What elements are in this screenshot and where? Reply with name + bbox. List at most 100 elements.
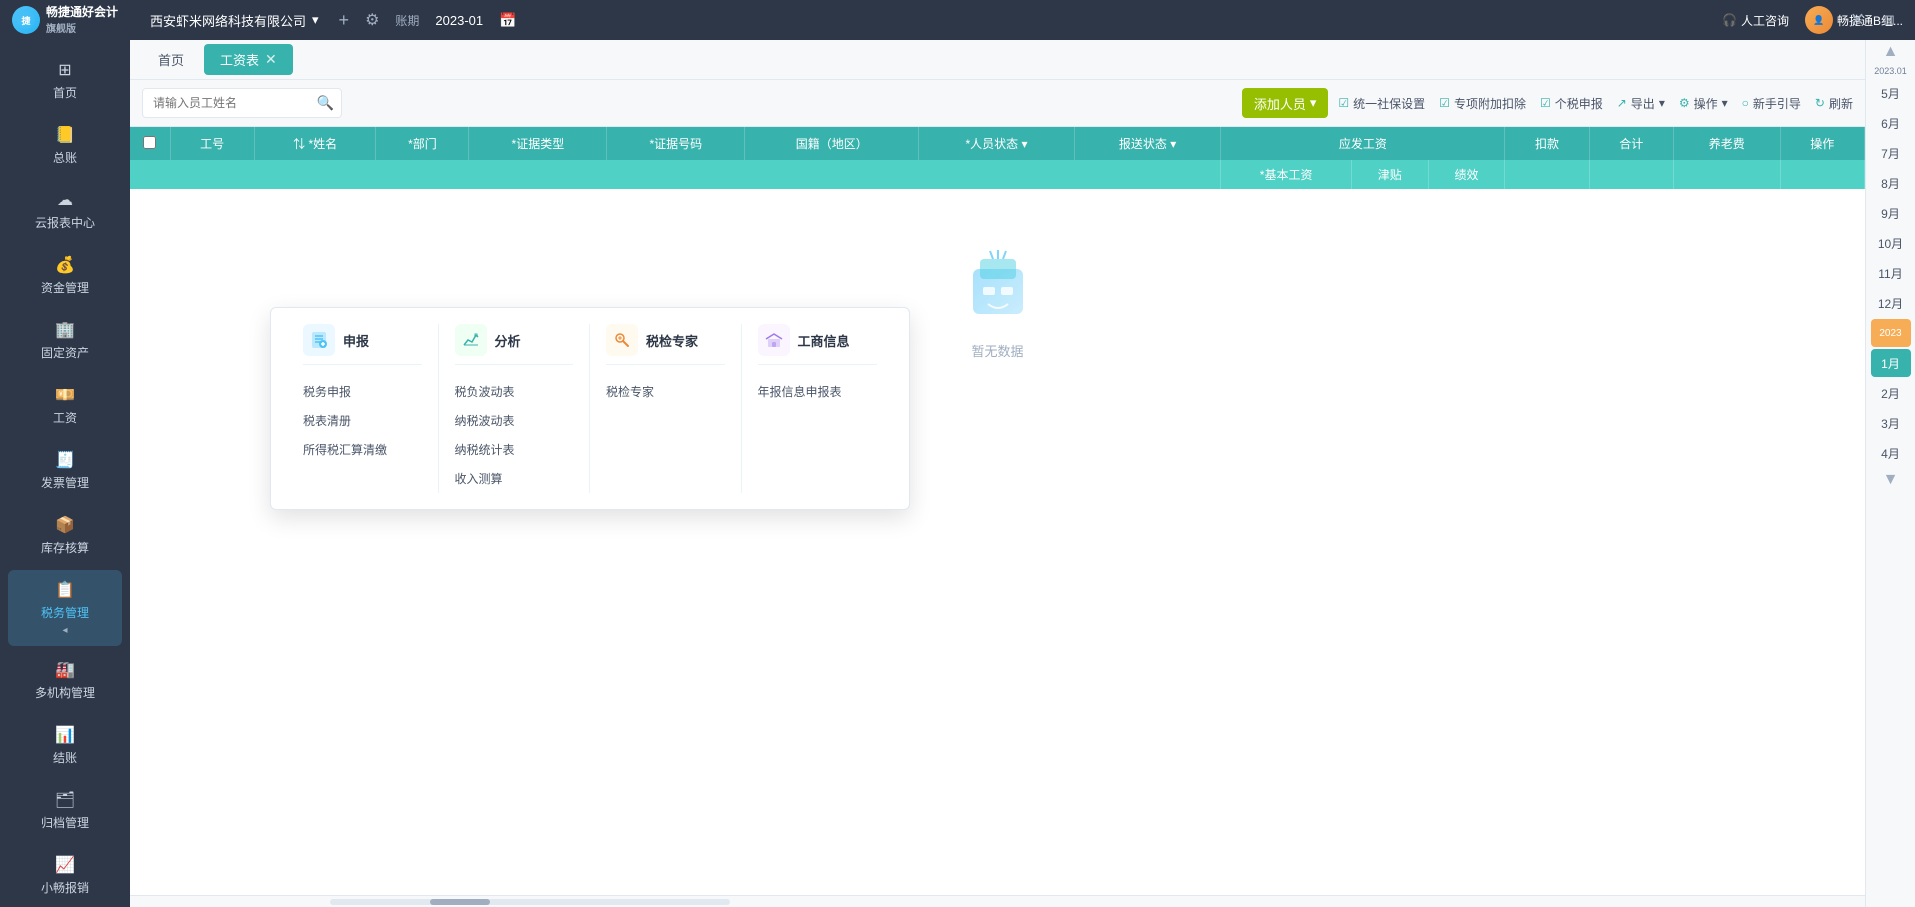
sidebar-label-fund: 资金管理 [41,279,89,296]
th-check[interactable] [130,127,170,160]
menu-tax-period[interactable]: 纳税波动表 [455,406,574,435]
social-insurance-btn[interactable]: ☑ 统一社保设置 [1338,95,1425,112]
section-analysis-title: 分析 [495,331,521,350]
dropdown-sections: 申报 税务申报 税表清册 所得税汇算清缴 [287,324,893,493]
sidebar-item-inventory[interactable]: 📦 库存核算 [8,505,122,566]
tax-declare-btn[interactable]: ☑ 个税申报 [1540,95,1603,112]
salary-icon: 💴 [55,385,75,405]
period-calendar-icon[interactable]: 📅 [499,12,516,29]
window-expand-btn[interactable]: ⊡ [1883,12,1895,29]
th-name[interactable]: ⇅ *姓名 [254,127,376,160]
cal-month-6[interactable]: 6月 [1871,109,1911,137]
sidebar-item-ledger[interactable]: 📒 总账 [8,115,122,176]
cal-month-2[interactable]: 2月 [1871,379,1911,407]
cal-month-9[interactable]: 9月 [1871,199,1911,227]
menu-tax-declare[interactable]: 税务申报 [303,377,422,406]
cal-month-12[interactable]: 12月 [1871,289,1911,317]
sidebar-item-fund[interactable]: 💰 资金管理 [8,245,122,306]
menu-tax-check[interactable]: 税检专家 [606,377,725,406]
section-tax-expert: 税检专家 税检专家 [590,324,742,493]
th-person-status[interactable]: *人员状态 ▾ [919,127,1074,160]
sidebar-label-multi: 多机构管理 [35,684,95,701]
empty-icon [958,249,1038,329]
horizontal-scrollbar[interactable] [130,895,1865,907]
social-icon: ☑ [1338,96,1349,110]
menu-tax-form[interactable]: 税表清册 [303,406,422,435]
service-btn[interactable]: 🎧 人工咨询 [1722,12,1789,29]
newguide-label: 新手引导 [1753,95,1801,112]
operation-arrow: ▾ [1722,96,1728,110]
cal-month-4[interactable]: 4月 [1871,439,1911,467]
header-right: 🎧 人工咨询 👤 畅捷通B组... [1722,6,1903,34]
tab-home-label: 首页 [158,53,184,68]
sidebar-item-home[interactable]: ⊞ 首页 [8,50,122,111]
th-cert-type: *证据类型 [469,127,607,160]
cal-month-7[interactable]: 7月 [1871,139,1911,167]
add-person-button[interactable]: 添加人员 ▾ [1242,88,1329,118]
tax-dropdown-popup: 申报 税务申报 税表清册 所得税汇算清缴 [270,307,910,510]
logo-area: 捷 畅捷通好会计 旗舰版 [12,5,142,34]
export-arrow: ▾ [1659,96,1665,110]
cal-month-10[interactable]: 10月 [1871,229,1911,257]
select-all-checkbox[interactable] [143,136,156,149]
report-icon: 📈 [55,855,75,875]
sidebar-item-report[interactable]: 📈 小畅报销 [8,845,122,906]
sidebar-label-asset: 固定资产 [41,344,89,361]
th-deduct-sub [1505,160,1589,189]
settle-icon: 📊 [55,725,75,745]
cal-month-5[interactable]: 5月 [1871,79,1911,107]
company-selector[interactable]: 西安虾米网络科技有限公司 ▾ [142,7,327,34]
menu-income-tax[interactable]: 所得税汇算清缴 [303,435,422,464]
th-report-status[interactable]: 报送状态 ▾ [1074,127,1221,160]
search-icon: 🔍 [317,95,334,112]
sidebar-item-invoice[interactable]: 🧾 发票管理 [8,440,122,501]
section-analysis: 分析 税负波动表 纳税波动表 纳税统计表 收入测算 [439,324,591,493]
cal-next-btn[interactable]: ▼ [1871,468,1911,492]
add-company-btn[interactable]: + [339,10,350,31]
section-declare-title: 申报 [343,331,369,350]
operation-icon: ⚙ [1679,96,1690,110]
export-icon: ↗ [1617,96,1627,110]
tab-salary-table[interactable]: 工资表 ✕ [204,44,293,75]
toolbar-actions: ☑ 统一社保设置 ☑ 专项附加扣除 ☑ 个税申报 ↗ 导出 ▾ ⚙ [1338,95,1853,112]
search-input[interactable] [142,88,342,118]
tab-home[interactable]: 首页 [142,44,200,75]
sidebar-item-asset[interactable]: 🏢 固定资产 [8,310,122,371]
th-deduct: 扣款 [1505,127,1589,160]
export-btn[interactable]: ↗ 导出 ▾ [1617,95,1665,112]
window-close-btn[interactable]: ✕ [1850,10,1865,31]
cal-month-8[interactable]: 8月 [1871,169,1911,197]
th-total-sub [1589,160,1673,189]
export-label: 导出 [1631,95,1655,112]
menu-income-calc[interactable]: 收入测算 [455,464,574,493]
company-name: 西安虾米网络科技有限公司 [150,11,306,30]
special-deduct-btn[interactable]: ☑ 专项附加扣除 [1439,95,1526,112]
top-header: 捷 畅捷通好会计 旗舰版 西安虾米网络科技有限公司 ▾ + ⚙ 账期 2023-… [0,0,1915,40]
sidebar-item-archive[interactable]: 🗂 归档管理 [8,780,122,841]
cal-month-1[interactable]: 1月 [1871,349,1911,377]
operation-btn[interactable]: ⚙ 操作 ▾ [1679,95,1728,112]
multi-icon: 🏭 [55,660,75,680]
cal-prev-btn[interactable]: ▲ [1871,40,1911,64]
menu-tax-burden[interactable]: 税负波动表 [455,377,574,406]
content-area: 首页 工资表 ✕ 🔍 添加人员 ▾ ☑ 统一社保设置 [130,40,1865,907]
cal-month-3[interactable]: 3月 [1871,409,1911,437]
menu-tax-stats[interactable]: 纳税统计表 [455,435,574,464]
cloud-icon: ☁ [57,190,73,210]
settings-btn[interactable]: ⚙ [365,10,379,30]
tab-close-icon[interactable]: ✕ [265,51,277,68]
cal-month-11[interactable]: 11月 [1871,259,1911,287]
sidebar-label-ledger: 总账 [53,149,77,166]
newguide-btn[interactable]: ○ 新手引导 [1742,95,1801,112]
sidebar-item-tax[interactable]: 📋 税务管理 ◂ [8,570,122,646]
section-analysis-header: 分析 [455,324,574,365]
sidebar-item-salary[interactable]: 💴 工资 [8,375,122,436]
sidebar-item-settle[interactable]: 📊 结账 [8,715,122,776]
sidebar-item-multi[interactable]: 🏭 多机构管理 [8,650,122,711]
menu-annual-report[interactable]: 年报信息申报表 [758,377,878,406]
refresh-btn[interactable]: ↻ 刷新 [1815,95,1853,112]
sidebar-item-cloud[interactable]: ☁ 云报表中心 [8,180,122,241]
archive-icon: 🗂 [55,790,75,810]
fund-icon: 💰 [55,255,75,275]
sidebar-label-inventory: 库存核算 [41,539,89,556]
